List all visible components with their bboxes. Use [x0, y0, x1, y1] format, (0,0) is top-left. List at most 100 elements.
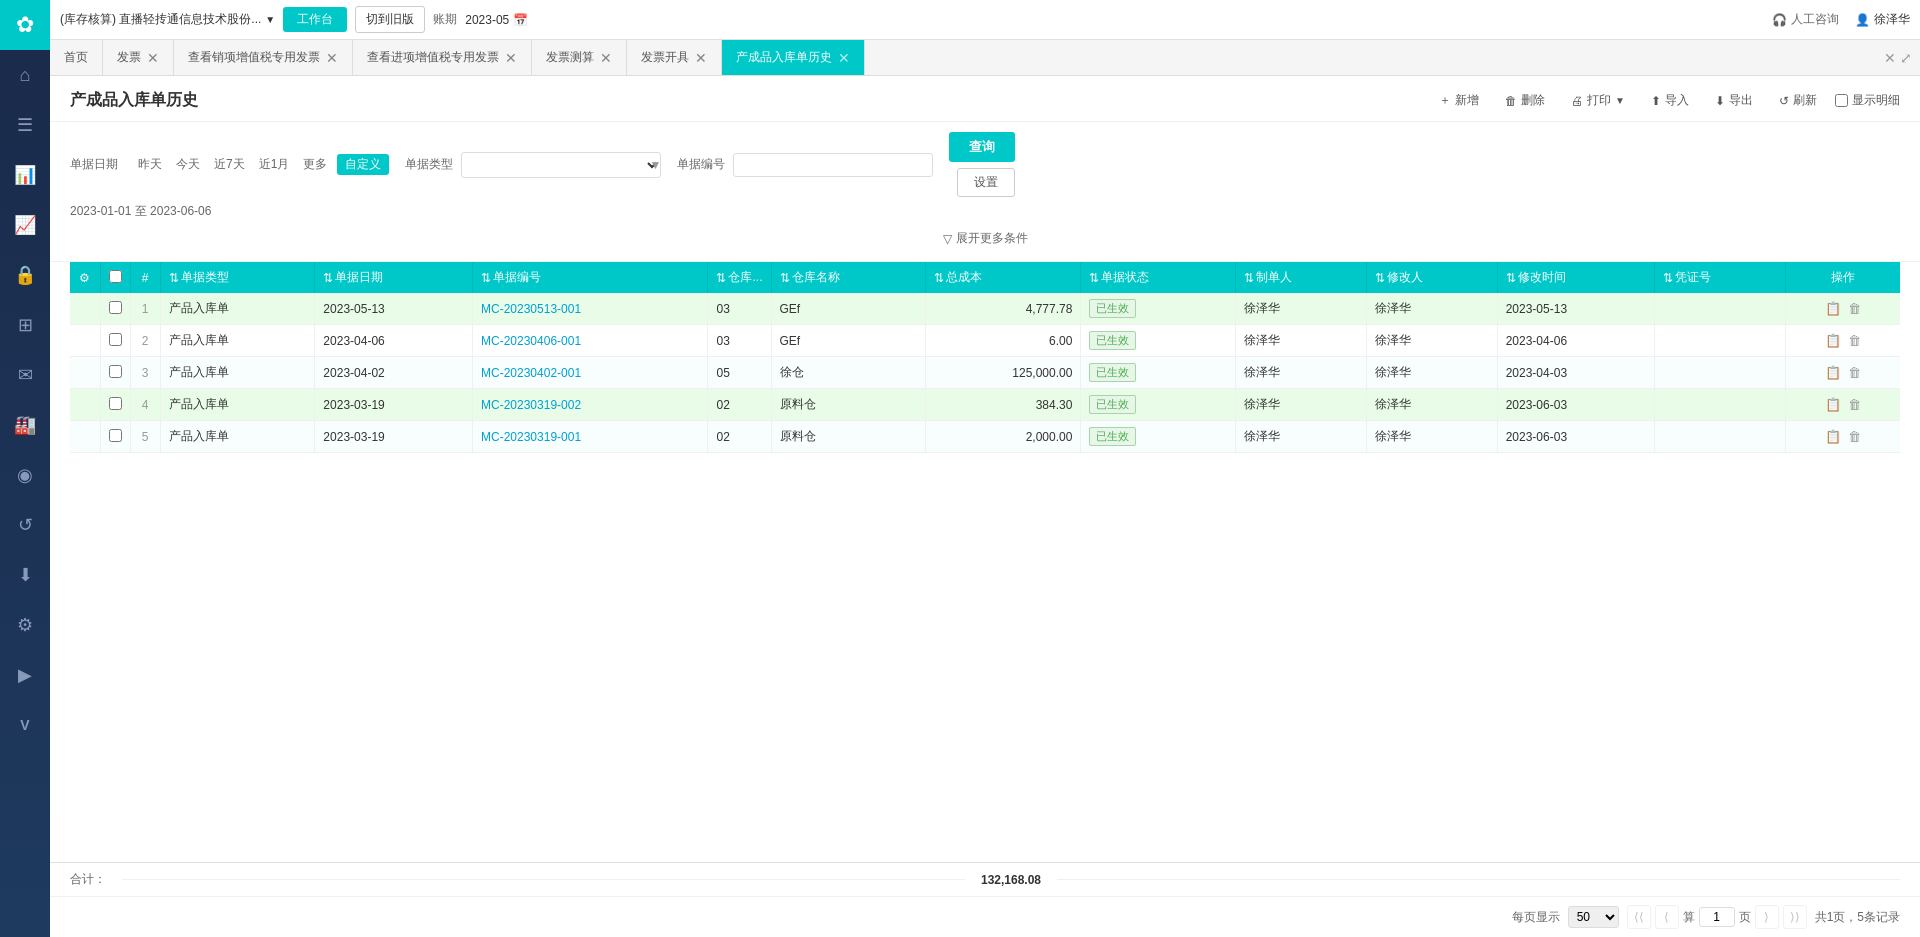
voucher-sort[interactable]: ⇅凭证号 [1663, 269, 1711, 286]
query-button[interactable]: 查询 [949, 132, 1015, 162]
tab-invoice-calc[interactable]: 发票测算 ✕ [532, 40, 627, 76]
row-number-cell[interactable]: MC-20230402-001 [473, 357, 708, 389]
row-checkbox-4[interactable] [109, 397, 122, 410]
creator-sort[interactable]: ⇅制单人 [1244, 269, 1292, 286]
tab-expand-icon[interactable]: ⤢ [1900, 50, 1912, 66]
row-checkbox-cell[interactable] [100, 325, 130, 357]
shortcut-7days[interactable]: 近7天 [210, 154, 249, 175]
last-page-button[interactable]: ⟩⟩ [1783, 905, 1807, 929]
row-number-cell[interactable]: MC-20230513-001 [473, 293, 708, 325]
set-button[interactable]: 设置 [957, 168, 1015, 197]
shortcut-1month[interactable]: 近1月 [255, 154, 294, 175]
shortcut-today[interactable]: 今天 [172, 154, 204, 175]
refresh-button[interactable]: ↺ 刷新 [1771, 88, 1825, 113]
tab-invoice[interactable]: 发票 ✕ [103, 40, 174, 76]
tab-invoice-calc-close[interactable]: ✕ [600, 51, 612, 65]
user-service-button[interactable]: 🎧 人工咨询 [1772, 11, 1839, 28]
th-voucher[interactable]: ⇅凭证号 [1655, 262, 1786, 293]
tab-sales-vat-close[interactable]: ✕ [326, 51, 338, 65]
tab-invoice-open[interactable]: 发票开具 ✕ [627, 40, 722, 76]
row-number-link[interactable]: MC-20230319-001 [481, 430, 581, 444]
sidebar-item-analytics[interactable]: 📈 [0, 200, 50, 250]
row-number-cell[interactable]: MC-20230406-001 [473, 325, 708, 357]
row-number-cell[interactable]: MC-20230319-001 [473, 421, 708, 453]
row-edit-icon[interactable]: 📋 [1825, 333, 1841, 348]
row-checkbox-1[interactable] [109, 301, 122, 314]
tab-sales-vat[interactable]: 查看销项增值税专用发票 ✕ [174, 40, 353, 76]
tab-product-inbound[interactable]: 产成品入库单历史 ✕ [722, 40, 865, 76]
th-type[interactable]: ⇅单据类型 [160, 262, 315, 293]
tab-product-inbound-close[interactable]: ✕ [838, 51, 850, 65]
sidebar-item-download[interactable]: ⬇ [0, 550, 50, 600]
prev-page-button[interactable]: ⟨ [1655, 905, 1679, 929]
row-number-link[interactable]: MC-20230406-001 [481, 334, 581, 348]
shortcut-custom[interactable]: 自定义 [337, 154, 389, 175]
next-page-button[interactable]: ⟩ [1755, 905, 1779, 929]
sidebar-item-refresh[interactable]: ↺ [0, 500, 50, 550]
tab-invoice-close[interactable]: ✕ [147, 51, 159, 65]
row-number-link[interactable]: MC-20230402-001 [481, 366, 581, 380]
user-info[interactable]: 👤 徐泽华 [1855, 11, 1910, 28]
sidebar-item-stamp[interactable]: ◉ [0, 450, 50, 500]
row-edit-icon[interactable]: 📋 [1825, 429, 1841, 444]
date-sort[interactable]: ⇅单据日期 [323, 269, 383, 286]
row-delete-icon[interactable]: 🗑 [1848, 429, 1861, 444]
th-total-cost[interactable]: ⇅总成本 [926, 262, 1081, 293]
row-checkbox-cell[interactable] [100, 357, 130, 389]
row-number-cell[interactable]: MC-20230319-002 [473, 389, 708, 421]
shortcut-yesterday[interactable]: 昨天 [134, 154, 166, 175]
page-number-input[interactable] [1699, 907, 1735, 927]
th-warehouse-code[interactable]: ⇅仓库... [708, 262, 771, 293]
export-button[interactable]: ⬇ 导出 [1707, 88, 1761, 113]
type-filter-select[interactable] [461, 152, 661, 178]
expand-filter-button[interactable]: ▽ 展开更多条件 [70, 226, 1900, 251]
print-button[interactable]: 🖨 打印 ▼ [1563, 88, 1633, 113]
number-filter-input[interactable] [733, 153, 933, 177]
row-delete-icon[interactable]: 🗑 [1848, 397, 1861, 412]
th-status[interactable]: ⇅单据状态 [1081, 262, 1236, 293]
th-date[interactable]: ⇅单据日期 [315, 262, 473, 293]
number-sort[interactable]: ⇅单据编号 [481, 269, 541, 286]
import-button[interactable]: ⬆ 导入 [1643, 88, 1697, 113]
sidebar-item-chart[interactable]: 📊 [0, 150, 50, 200]
row-edit-icon[interactable]: 📋 [1825, 365, 1841, 380]
row-number-link[interactable]: MC-20230513-001 [481, 302, 581, 316]
row-number-link[interactable]: MC-20230319-002 [481, 398, 581, 412]
row-edit-icon[interactable]: 📋 [1825, 397, 1841, 412]
sidebar-item-v[interactable]: V [0, 700, 50, 750]
select-all-checkbox[interactable] [109, 270, 122, 283]
new-button[interactable]: ＋ 新增 [1431, 88, 1487, 113]
sidebar-item-warehouse[interactable]: 🏭 [0, 400, 50, 450]
page-size-select[interactable]: 50 100 200 [1568, 906, 1619, 928]
total-cost-sort[interactable]: ⇅总成本 [934, 269, 982, 286]
sidebar-item-grid[interactable]: ⊞ [0, 300, 50, 350]
row-edit-icon[interactable]: 📋 [1825, 301, 1841, 316]
row-delete-icon[interactable]: 🗑 [1848, 301, 1861, 316]
sidebar-item-settings[interactable]: ⚙ [0, 600, 50, 650]
switch-version-button[interactable]: 切到旧版 [355, 6, 425, 33]
row-checkbox-cell[interactable] [100, 293, 130, 325]
sidebar-item-home[interactable]: ⌂ [0, 50, 50, 100]
calendar-icon[interactable]: 📅 [513, 13, 528, 27]
company-selector[interactable]: (库存核算) 直播轻抟通信息技术股份... ▼ [60, 11, 275, 28]
th-warehouse-name[interactable]: ⇅仓库名称 [771, 262, 926, 293]
sidebar-item-docs[interactable]: ☰ [0, 100, 50, 150]
row-checkbox-3[interactable] [109, 365, 122, 378]
tab-invoice-open-close[interactable]: ✕ [695, 51, 707, 65]
delete-button[interactable]: 🗑 删除 [1497, 88, 1553, 113]
modify-time-sort[interactable]: ⇅修改时间 [1506, 269, 1566, 286]
tab-close-all-icon[interactable]: ✕ [1884, 50, 1896, 66]
th-number[interactable]: ⇅单据编号 [473, 262, 708, 293]
row-checkbox-2[interactable] [109, 333, 122, 346]
show-detail-checkbox[interactable] [1835, 94, 1848, 107]
shortcut-more[interactable]: 更多 [299, 154, 331, 175]
tab-purchase-vat[interactable]: 查看进项增值税专用发票 ✕ [353, 40, 532, 76]
th-settings[interactable]: ⚙ [70, 262, 100, 293]
row-checkbox-cell[interactable] [100, 389, 130, 421]
row-checkbox-cell[interactable] [100, 421, 130, 453]
warehouse-name-sort[interactable]: ⇅仓库名称 [780, 269, 840, 286]
sidebar-item-mail[interactable]: ✉ [0, 350, 50, 400]
show-detail-checkbox-label[interactable]: 显示明细 [1835, 92, 1900, 109]
th-modifier[interactable]: ⇅修改人 [1366, 262, 1497, 293]
tab-purchase-vat-close[interactable]: ✕ [505, 51, 517, 65]
